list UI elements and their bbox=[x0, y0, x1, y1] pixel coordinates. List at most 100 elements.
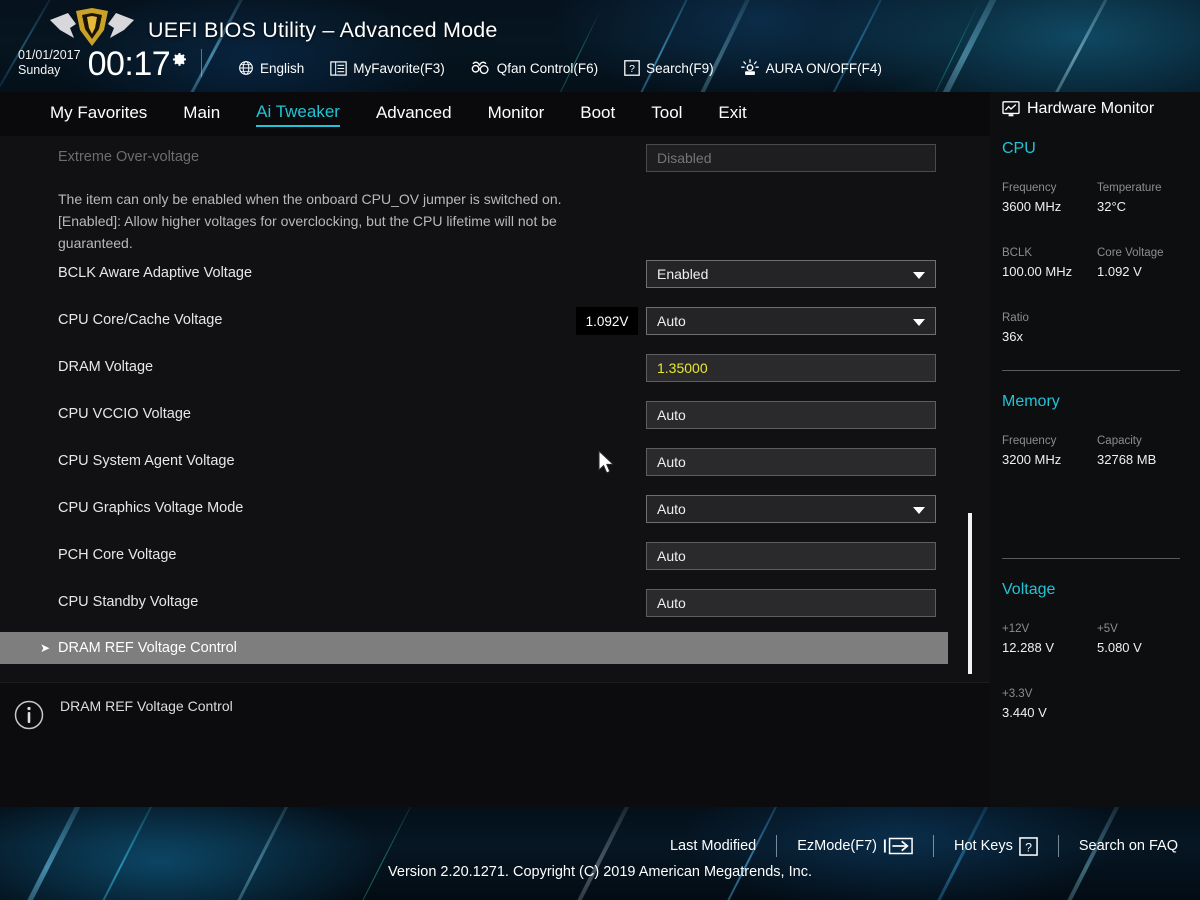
tab-my-favorites[interactable]: My Favorites bbox=[50, 103, 147, 126]
myfavorite-button[interactable]: MyFavorite(F3) bbox=[330, 61, 445, 76]
setting-label: CPU Core/Cache Voltage bbox=[58, 312, 223, 328]
setting-value: Auto bbox=[657, 501, 686, 517]
exit-arrow-icon bbox=[883, 837, 913, 855]
stat-value: 32°C bbox=[1097, 199, 1127, 214]
hardware-monitor-panel: Hardware Monitor CPU Frequency 3600 MHz … bbox=[990, 92, 1200, 807]
nav-tabs: My Favorites Main Ai Tweaker Advanced Mo… bbox=[0, 92, 990, 136]
footer-links: Last Modified EzMode(F7) Hot Keys ? Sear… bbox=[670, 835, 1178, 857]
stat-key: +12V bbox=[1002, 623, 1030, 635]
hardware-monitor-title: Hardware Monitor bbox=[1002, 100, 1154, 118]
info-icon bbox=[14, 700, 44, 730]
setting-label: BCLK Aware Adaptive Voltage bbox=[58, 265, 253, 281]
question-icon: ? bbox=[624, 60, 640, 76]
settings-panel: Extreme Over-voltage Disabled The item c… bbox=[0, 136, 990, 682]
tab-boot[interactable]: Boot bbox=[580, 103, 615, 126]
setting-input-cpu-system-agent-voltage[interactable]: Auto bbox=[646, 448, 936, 476]
setting-dropdown-cpu-core-cache-voltage[interactable]: Auto bbox=[646, 307, 936, 335]
sidebar-stat-33v: +3.3V 3.440 V bbox=[1002, 686, 1047, 722]
scrollbar-thumb[interactable] bbox=[968, 513, 972, 674]
sidebar-stat-cpu-frequency: Frequency 3600 MHz bbox=[1002, 180, 1061, 216]
stat-key: Core Voltage bbox=[1097, 247, 1164, 259]
setting-label: CPU Graphics Voltage Mode bbox=[58, 500, 244, 516]
description-line-3: guaranteed. bbox=[58, 235, 133, 251]
stat-value: 100.00 MHz bbox=[1002, 264, 1073, 279]
weekday-text: Sunday bbox=[18, 63, 61, 77]
hot-keys-label: Hot Keys bbox=[954, 838, 1013, 854]
time-text: 00:17 bbox=[87, 45, 171, 83]
bios-screen: UEFI BIOS Utility – Advanced Mode 01/01/… bbox=[0, 0, 1200, 900]
description-line-2: [Enabled]: Allow higher voltages for ove… bbox=[58, 213, 557, 229]
setting-value: Enabled bbox=[657, 266, 709, 282]
footer-divider bbox=[776, 835, 778, 857]
stat-key: Temperature bbox=[1097, 182, 1162, 194]
language-button[interactable]: English bbox=[238, 60, 304, 76]
setting-dropdown-bclk-aware-adaptive-voltage[interactable]: Enabled bbox=[646, 260, 936, 288]
search-on-faq-label: Search on FAQ bbox=[1078, 838, 1178, 854]
setting-readout-cpu-core-cache-voltage: 1.092V bbox=[576, 307, 638, 335]
setting-input-dram-voltage[interactable]: 1.35000 bbox=[646, 354, 936, 382]
setting-label: DRAM Voltage bbox=[58, 359, 154, 375]
tab-main[interactable]: Main bbox=[183, 103, 220, 126]
setting-input-cpu-standby-voltage[interactable]: Auto bbox=[646, 589, 936, 617]
svg-text:?: ? bbox=[1025, 840, 1032, 854]
setting-label: Extreme Over-voltage bbox=[58, 149, 200, 165]
description-line-1: The item can only be enabled when the on… bbox=[58, 191, 562, 207]
setting-input-pch-core-voltage[interactable]: Auto bbox=[646, 542, 936, 570]
setting-row-dram-ref-voltage-control[interactable]: ➤ DRAM REF Voltage Control bbox=[0, 632, 948, 664]
language-label: English bbox=[260, 60, 305, 76]
ezmode-button[interactable]: EzMode(F7) bbox=[797, 837, 913, 855]
footer-divider bbox=[933, 835, 935, 857]
tab-ai-tweaker[interactable]: Ai Tweaker bbox=[256, 102, 340, 127]
search-button[interactable]: ? Search(F9) bbox=[624, 60, 714, 76]
gear-icon[interactable] bbox=[172, 52, 187, 67]
footer-divider bbox=[1057, 835, 1059, 857]
sidebar-section-memory-title: Memory bbox=[1002, 393, 1060, 410]
sidebar-stat-memory-capacity: Capacity 32768 MB bbox=[1097, 433, 1156, 469]
version-text: Version 2.20.1271. Copyright (C) 2019 Am… bbox=[388, 864, 812, 880]
stat-value: 5.080 V bbox=[1097, 640, 1142, 655]
tab-monitor[interactable]: Monitor bbox=[488, 103, 545, 126]
tab-advanced[interactable]: Advanced bbox=[376, 103, 452, 126]
setting-dropdown-cpu-graphics-voltage-mode[interactable]: Auto bbox=[646, 495, 936, 523]
sidebar-divider-1 bbox=[1002, 370, 1180, 371]
sidebar-stat-bclk: BCLK 100.00 MHz bbox=[1002, 245, 1072, 281]
search-on-faq-button[interactable]: Search on FAQ bbox=[1079, 838, 1178, 854]
qfan-label: Qfan Control(F6) bbox=[496, 60, 599, 76]
submenu-arrow-icon: ➤ bbox=[40, 641, 51, 655]
sidebar-section-cpu-title: CPU bbox=[1002, 140, 1036, 157]
date-text: 01/01/2017 bbox=[18, 48, 81, 62]
setting-description: The item can only be enabled when the on… bbox=[58, 188, 562, 254]
sidebar-section-voltage-title: Voltage bbox=[1002, 581, 1056, 598]
sidebar-stat-5v: +5V 5.080 V bbox=[1097, 621, 1142, 657]
stat-key: BCLK bbox=[1002, 247, 1033, 259]
globe-icon bbox=[239, 61, 253, 75]
date-block: 01/01/2017 Sunday bbox=[18, 48, 81, 81]
ezmode-label: EzMode(F7) bbox=[797, 838, 878, 854]
setting-label: PCH Core Voltage bbox=[58, 547, 177, 563]
svg-text:?: ? bbox=[629, 64, 635, 75]
hot-keys-button[interactable]: Hot Keys ? bbox=[954, 836, 1038, 856]
aura-label: AURA ON/OFF(F4) bbox=[765, 60, 882, 76]
setting-input-cpu-vccio-voltage[interactable]: Auto bbox=[646, 401, 936, 429]
info-bar-text: DRAM REF Voltage Control bbox=[60, 698, 233, 714]
chevron-down-icon bbox=[913, 272, 925, 279]
aura-toggle-button[interactable]: AURA ON/OFF(F4) bbox=[740, 59, 882, 77]
stat-value: 36x bbox=[1002, 329, 1023, 344]
stat-value: 32768 MB bbox=[1097, 452, 1157, 467]
datetime-display: 01/01/2017 Sunday 00:17 bbox=[18, 47, 216, 81]
stat-key: Frequency bbox=[1002, 182, 1057, 194]
tab-exit[interactable]: Exit bbox=[718, 103, 746, 126]
search-label: Search(F9) bbox=[646, 60, 714, 76]
stat-value: 3200 MHz bbox=[1002, 452, 1062, 467]
last-modified-button[interactable]: Last Modified bbox=[670, 838, 756, 854]
sidebar-stat-memory-frequency: Frequency 3200 MHz bbox=[1002, 433, 1061, 469]
header-tools: English MyFavorite(F3) Qfan Control(F6) … bbox=[238, 54, 908, 82]
hardware-monitor-label: Hardware Monitor bbox=[1027, 100, 1155, 117]
stat-key: Capacity bbox=[1097, 435, 1142, 447]
chevron-down-icon bbox=[913, 507, 925, 514]
setting-label: CPU System Agent Voltage bbox=[58, 453, 235, 469]
monitor-icon bbox=[1002, 101, 1020, 117]
stat-key: +5V bbox=[1097, 623, 1118, 635]
tab-tool[interactable]: Tool bbox=[651, 103, 682, 126]
qfan-control-button[interactable]: Qfan Control(F6) bbox=[471, 60, 598, 76]
